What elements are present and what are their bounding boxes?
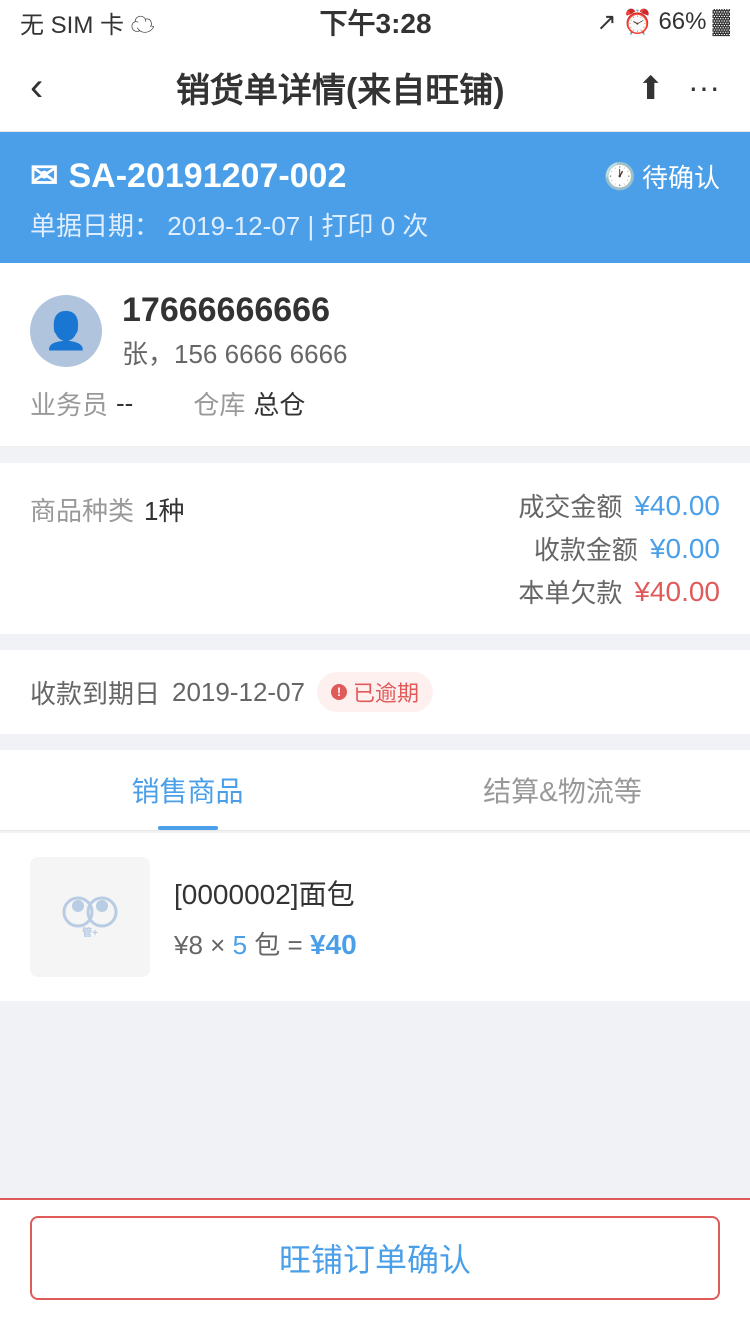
customer-card: 👤 17666666666 张，156 6666 6666 业务员 -- 仓库 … [0,263,750,447]
order-date-row: 单据日期： 2019-12-07 | 打印 0 次 [30,206,720,243]
status-right: ↗ ⏰ 66% ▓ [596,8,730,37]
due-label: 收款到期日 [30,674,160,711]
sales-label: 业务员 [30,385,108,422]
date-label: 单据日期： [30,211,160,241]
tab-active-indicator [158,826,218,830]
customer-avatar: 👤 [30,295,102,367]
order-icon: ✉ [30,156,59,196]
amounts-block: 成交金额 ¥40.00 收款金额 ¥0.00 本单欠款 ¥40.00 [518,487,720,610]
alarm-icon: ⏰ [623,8,653,37]
tab-sales-products[interactable]: 销售商品 [0,750,375,830]
product-image: 管+ [30,857,150,977]
customer-name: 张，156 6666 6666 [122,334,348,371]
back-button[interactable]: ‹ [30,65,43,110]
balance-value: ¥40.00 [634,576,720,608]
amount-label: 成交金额 [518,487,622,524]
status-clock-icon: 🕐 [604,161,636,192]
warehouse-item: 仓库 总仓 [193,385,305,422]
print-count: 0 [381,211,395,241]
price-base: ¥8 [174,930,203,960]
quantity-value: 5 [233,930,247,960]
tab-settlement-label: 结算&物流等 [483,770,642,810]
unit-label: 包 [254,930,280,960]
print-separator: | [307,211,321,241]
product-name: [0000002]面包 [174,873,720,913]
print-unit: 次 [402,211,428,241]
page-title: 销货单详情(来自旺铺) [176,63,505,112]
warehouse-value: 总仓 [253,385,305,422]
due-date-card: 收款到期日 2019-12-07 ! 已逾期 [0,650,750,734]
customer-phone: 17666666666 [122,291,348,330]
overdue-text: 已逾期 [353,676,419,708]
product-type-value: 1种 [144,491,184,528]
product-list-item: 管+ [0000002]面包 ¥8 × 5 包 = ¥40 [0,833,750,1001]
product-logo: 管+ [50,884,130,951]
sales-value: -- [116,388,133,419]
more-icon[interactable]: ··· [688,69,720,106]
warehouse-label: 仓库 [193,385,245,422]
order-header-card: ✉ SA-20191207-002 🕐 待确认 单据日期： 2019-12-07… [0,132,750,263]
battery-label: 66% [658,8,706,36]
tab-settlement[interactable]: 结算&物流等 [375,750,750,830]
product-type-label: 商品种类 [30,491,134,528]
battery-icon: ▓ [712,8,730,36]
bottom-action-bar: 旺铺订单确认 [0,1198,750,1334]
receipt-value: ¥0.00 [650,533,720,565]
total-price: ¥40 [310,929,357,960]
product-details: [0000002]面包 ¥8 × 5 包 = ¥40 [174,873,720,962]
no-sim-label: 无 SIM 卡 ☁ [20,5,155,40]
tab-bar: 销售商品 结算&物流等 [0,750,750,831]
overdue-badge: ! 已逾期 [317,672,433,712]
nav-bar: ‹ 销货单详情(来自旺铺) ⬆ ··· [0,44,750,132]
order-id-text: SA-20191207-002 [69,157,347,196]
date-value: 2019-12-07 [167,211,300,241]
summary-card: 商品种类 1种 成交金额 ¥40.00 收款金额 ¥0.00 本单欠款 ¥40.… [0,463,750,634]
receipt-label: 收款金额 [534,530,638,567]
svg-text:管+: 管+ [82,926,98,939]
nav-actions: ⬆ ··· [637,69,720,107]
order-status: 🕐 待确认 [604,158,720,195]
overdue-dot-icon: ! [331,684,347,700]
equals-sign: = [288,930,310,960]
avatar-icon: 👤 [44,310,89,352]
status-bar: 无 SIM 卡 ☁ 下午3:28 ↗ ⏰ 66% ▓ [0,0,750,44]
order-id: ✉ SA-20191207-002 [30,156,346,196]
product-price-row: ¥8 × 5 包 = ¥40 [174,925,720,962]
print-label: 打印 [321,211,373,241]
status-text: 待确认 [642,158,720,195]
due-date: 2019-12-07 [172,677,305,708]
sales-item: 业务员 -- [30,385,133,422]
location-icon: ↗ [596,8,616,37]
share-icon[interactable]: ⬆ [637,69,664,107]
status-left: 无 SIM 卡 ☁ [20,5,155,40]
multiply-sign: × [210,930,232,960]
confirm-order-button[interactable]: 旺铺订单确认 [30,1216,720,1300]
balance-label: 本单欠款 [518,573,622,610]
status-time: 下午3:28 [320,2,432,42]
tab-sales-label: 销售商品 [131,770,243,810]
amount-value: ¥40.00 [634,490,720,522]
